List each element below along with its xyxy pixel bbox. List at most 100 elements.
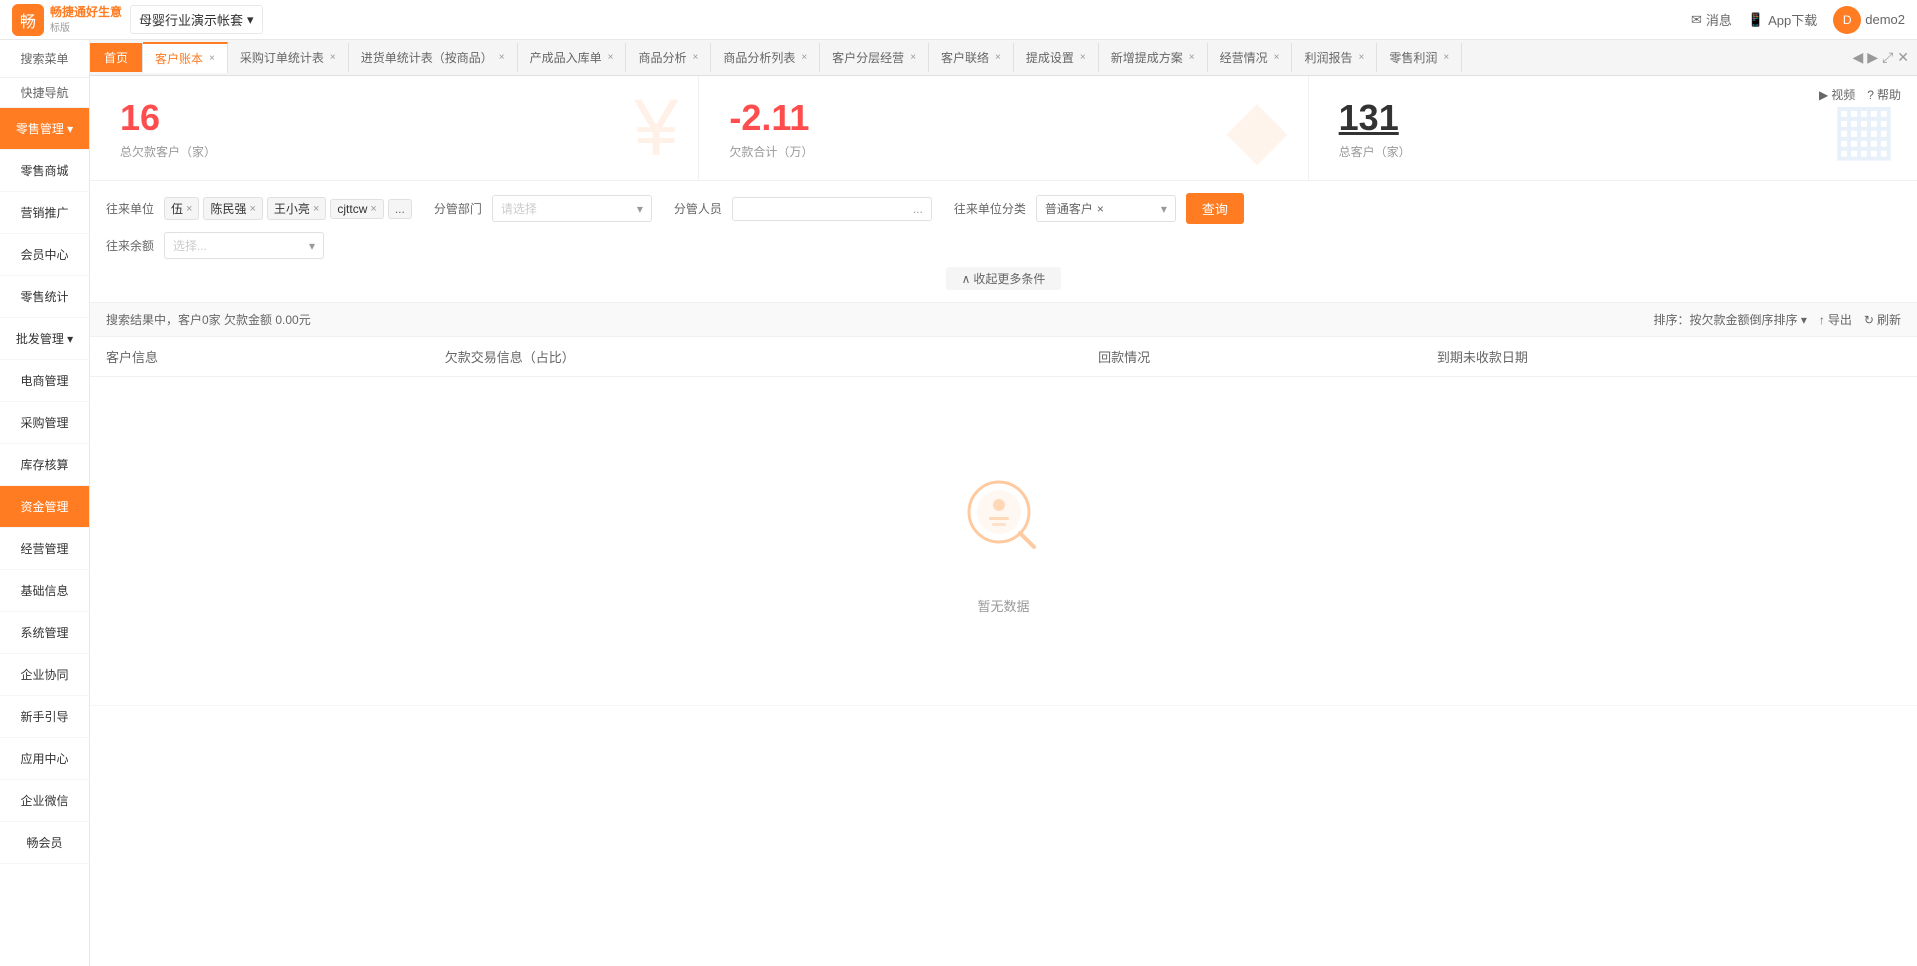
tab-product-inbound[interactable]: 产成品入库单 ×	[518, 43, 627, 72]
tab-prev-icon[interactable]: ◀	[1853, 49, 1864, 66]
sidebar-item-wholesale-mgmt[interactable]: 批发管理 ▾	[0, 318, 89, 360]
sidebar-item-enterprise[interactable]: 企业协同	[0, 654, 89, 696]
export-button[interactable]: ↑ 导出	[1819, 311, 1852, 328]
chevron-up-icon: ∧	[962, 272, 971, 286]
tab-profit-report[interactable]: 利润报告 ×	[1292, 43, 1377, 72]
filter-select-person[interactable]: ...	[732, 197, 932, 221]
empty-text: 暂无数据	[977, 596, 1029, 615]
tab-next-icon[interactable]: ▶	[1867, 49, 1878, 66]
question-icon: ?	[1867, 88, 1874, 102]
filter-tag-more[interactable]: ...	[388, 199, 412, 219]
tab-close-all-icon[interactable]: ✕	[1897, 49, 1909, 66]
stat-block-customers: ¥ 16 总欠款客户（家）	[90, 76, 699, 180]
tab-close-profit[interactable]: ×	[1358, 52, 1364, 63]
sidebar-item-ecommerce[interactable]: 电商管理	[0, 360, 89, 402]
tab-commission-settings[interactable]: 提成设置 ×	[1014, 43, 1099, 72]
tab-bar: 首页 客户账本 × 采购订单统计表 × 进货单统计表（按商品） × 产成品入库单…	[90, 40, 1917, 76]
tab-close-commission[interactable]: ×	[1080, 52, 1086, 63]
tab-close-customer-ledger[interactable]: ×	[209, 53, 215, 64]
query-button[interactable]: 查询	[1186, 193, 1244, 224]
stat-block-total-customers: ▦ 131 总客户（家） ▶ 视频 ? 帮助	[1309, 76, 1917, 180]
user-area[interactable]: D demo2	[1833, 6, 1905, 34]
stats-row: ¥ 16 总欠款客户（家） ◆ -2.11 欠款合计（万） ▦ 131 总客户（…	[90, 76, 1917, 181]
sidebar-item-newbie[interactable]: 新手引导	[0, 696, 89, 738]
filter-label-balance: 往来余额	[106, 237, 154, 254]
empty-area: 暂无数据	[106, 387, 1901, 695]
sidebar-quick-nav[interactable]: 快捷导航	[0, 78, 89, 108]
filter-area: 往来单位 伍 × 陈民强 × 王小亮 ×	[90, 181, 1917, 303]
tab-product-analysis-list[interactable]: 商品分析列表 ×	[711, 43, 820, 72]
tab-close-contact[interactable]: ×	[995, 52, 1001, 63]
tab-expand-icon[interactable]: ⤢	[1882, 49, 1893, 66]
category-tag-close[interactable]: ×	[1097, 202, 1104, 216]
logo-text: 畅捷通好生意	[50, 5, 122, 19]
sidebar-item-marketing[interactable]: 营销推广	[0, 192, 89, 234]
filter-select-dept[interactable]: 请选择 ▾	[492, 195, 652, 222]
sort-label: 排序：按欠款金额倒序排序 ▾	[1654, 311, 1807, 328]
tab-purchase-order-stats[interactable]: 采购订单统计表 ×	[228, 43, 349, 72]
sidebar-item-retail-shop[interactable]: 零售商城	[0, 150, 89, 192]
sidebar-item-member-center[interactable]: 会员中心	[0, 234, 89, 276]
help-area: ▶ 视频 ? 帮助	[1819, 86, 1901, 103]
content-area: 首页 客户账本 × 采购订单统计表 × 进货单统计表（按商品） × 产成品入库单…	[90, 40, 1917, 966]
chevron-down-icon-sort[interactable]: ▾	[1801, 313, 1807, 327]
empty-row: 暂无数据	[90, 377, 1917, 706]
tab-close-inbound[interactable]: ×	[499, 52, 505, 63]
page-content: ¥ 16 总欠款客户（家） ◆ -2.11 欠款合计（万） ▦ 131 总客户（…	[90, 76, 1917, 966]
tab-close-product-list[interactable]: ×	[801, 52, 807, 63]
tab-retail-profit[interactable]: 零售利润 ×	[1377, 43, 1462, 72]
sidebar: 搜索菜单 快捷导航 零售管理 ▾ 零售商城 营销推广 会员中心 零售统计 批发管…	[0, 40, 90, 966]
filter-label-person: 分管人员	[674, 200, 722, 217]
filter-select-category[interactable]: 普通客户 × ▾	[1036, 195, 1176, 222]
tab-business-status[interactable]: 经营情况 ×	[1208, 43, 1293, 72]
filter-select-balance[interactable]: 选择... ▾	[164, 232, 324, 259]
sidebar-item-retail-mgmt[interactable]: 零售管理 ▾	[0, 108, 89, 150]
sidebar-item-member[interactable]: 畅会员	[0, 822, 89, 864]
sidebar-item-wechat[interactable]: 企业微信	[0, 780, 89, 822]
tab-close-add-commission[interactable]: ×	[1189, 52, 1195, 63]
tab-customer-contact[interactable]: 客户联络 ×	[929, 43, 1014, 72]
tag-close-wu[interactable]: ×	[186, 203, 192, 215]
company-selector[interactable]: 母婴行业演示帐套 ▾	[130, 5, 263, 34]
sidebar-item-finance[interactable]: 资金管理	[0, 486, 89, 528]
diamond-bg-icon: ◆	[1226, 82, 1288, 175]
filter-tag-wu: 伍 ×	[164, 197, 199, 220]
tab-add-commission[interactable]: 新增提成方案 ×	[1099, 43, 1208, 72]
message-btn[interactable]: ✉ 消息	[1691, 10, 1732, 29]
sidebar-item-basic-info[interactable]: 基础信息	[0, 570, 89, 612]
filter-label-category: 往来单位分类	[954, 200, 1026, 217]
stat-number-debt: -2.11	[729, 96, 809, 139]
tag-close-wang[interactable]: ×	[313, 203, 319, 215]
empty-illustration	[954, 467, 1054, 586]
tab-home[interactable]: 首页	[90, 43, 143, 72]
tab-close-business[interactable]: ×	[1274, 52, 1280, 63]
sidebar-item-operations[interactable]: 经营管理	[0, 528, 89, 570]
logo-area: 畅 畅捷通好生意 标版	[12, 4, 122, 36]
message-icon: ✉	[1691, 12, 1702, 28]
logo-sub: 标版	[50, 19, 122, 34]
sidebar-item-app-center[interactable]: 应用中心	[0, 738, 89, 780]
tab-customer-layering[interactable]: 客户分层经营 ×	[820, 43, 929, 72]
sidebar-item-system[interactable]: 系统管理	[0, 612, 89, 654]
tag-close-cjttcw[interactable]: ×	[370, 203, 376, 215]
export-icon: ↑	[1819, 313, 1825, 327]
tab-product-analysis[interactable]: 商品分析 ×	[626, 43, 711, 72]
collapse-button[interactable]: ∧ 收起更多条件	[946, 267, 1062, 290]
tab-close-retail-profit[interactable]: ×	[1443, 52, 1449, 63]
tab-close-purchase-order[interactable]: ×	[330, 52, 336, 63]
tab-close-product-inbound[interactable]: ×	[608, 52, 614, 63]
tab-inbound-stats[interactable]: 进货单统计表（按商品） ×	[349, 43, 518, 72]
col-debt-info: 欠款交易信息（占比）	[429, 337, 1082, 377]
tag-close-chen[interactable]: ×	[249, 203, 255, 215]
sidebar-item-retail-stats[interactable]: 零售统计	[0, 276, 89, 318]
refresh-button[interactable]: ↻ 刷新	[1864, 311, 1901, 328]
tab-close-product-analysis[interactable]: ×	[692, 52, 698, 63]
sidebar-item-purchase[interactable]: 采购管理	[0, 402, 89, 444]
tab-customer-ledger[interactable]: 客户账本 ×	[143, 42, 228, 73]
video-btn[interactable]: ▶ 视频	[1819, 86, 1855, 103]
help-btn[interactable]: ? 帮助	[1867, 86, 1901, 103]
sidebar-item-inventory[interactable]: 库存核算	[0, 444, 89, 486]
sidebar-search[interactable]: 搜索菜单	[0, 40, 89, 78]
tab-close-customer-layer[interactable]: ×	[910, 52, 916, 63]
app-download-btn[interactable]: 📱 App下载	[1748, 10, 1817, 29]
